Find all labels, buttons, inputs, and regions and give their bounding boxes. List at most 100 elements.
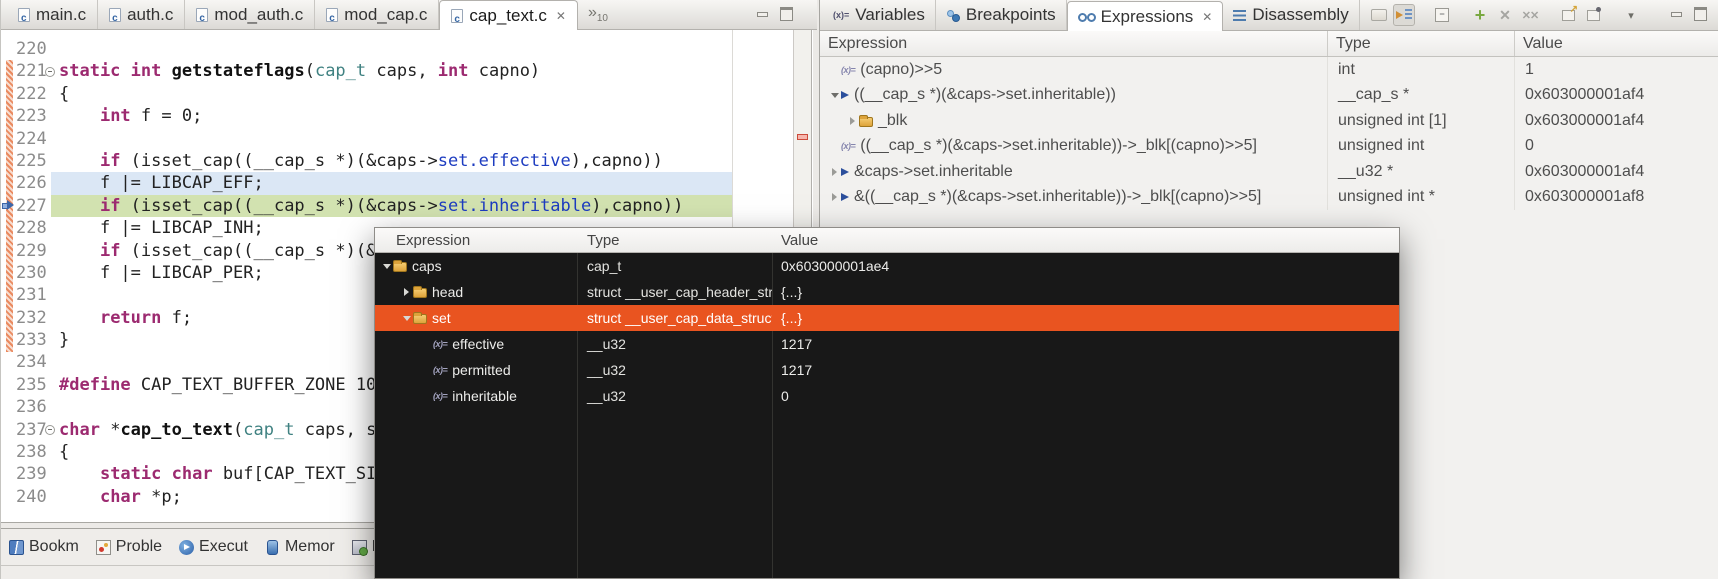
variables-icon: (x)= bbox=[833, 10, 850, 20]
value-cell: 0x603000001ae4 bbox=[781, 258, 890, 274]
view-tab-variables[interactable]: (x)= Variables bbox=[823, 0, 936, 30]
expression-cell: caps bbox=[375, 253, 577, 279]
popup-row[interactable]: (x)= effective __u32 1217 bbox=[375, 331, 1399, 357]
debug-view-tabs: (x)= Variables Breakpoints Expressions ✕ Disa… bbox=[823, 0, 1360, 31]
code-text: static int getstateflags(cap_t caps, int… bbox=[59, 61, 541, 82]
value-cell: 1217 bbox=[781, 362, 813, 378]
type-cell: __u32 * bbox=[1327, 159, 1514, 185]
expressions-icon bbox=[1077, 10, 1096, 23]
value-cell: {...} bbox=[781, 284, 803, 300]
maximize-icon[interactable] bbox=[1691, 7, 1709, 21]
tab-label: cap_text.c bbox=[469, 5, 547, 25]
remove-expression-icon[interactable]: ✕ bbox=[1494, 4, 1516, 26]
structure-icon bbox=[413, 312, 427, 324]
editor-tab-auth.c[interactable]: auth.c bbox=[98, 0, 186, 29]
editor-tabs: main.c auth.c mod_auth.c mod_cap.c cap_text.… bbox=[7, 0, 608, 30]
bottom-tab-bookm[interactable]: Bookm bbox=[9, 538, 79, 556]
minimize-icon[interactable] bbox=[753, 7, 771, 21]
expression-row[interactable]: _blk unsigned int [1] 0x603000001af4 bbox=[820, 108, 1718, 134]
editor-window-buttons bbox=[753, 7, 795, 21]
expand-icon[interactable] bbox=[846, 117, 859, 125]
expression-row[interactable]: ((__cap_s *)(&caps->set.inheritable)) __c… bbox=[820, 82, 1718, 108]
value-cell: 0x603000001af4 bbox=[1514, 159, 1718, 185]
view-tab-expressions[interactable]: Expressions ✕ bbox=[1066, 1, 1224, 31]
debug-icon bbox=[351, 539, 368, 556]
pin-view-icon[interactable] bbox=[1582, 4, 1604, 26]
popup-row[interactable]: set struct __user_cap_data_struct {...} bbox=[375, 305, 1399, 331]
tab-overflow-chevron[interactable]: »10 bbox=[588, 4, 608, 24]
structure-icon bbox=[859, 114, 873, 127]
code-line: 223 int f = 0; bbox=[1, 105, 732, 127]
fold-column bbox=[45, 486, 59, 508]
c-file-icon bbox=[451, 8, 464, 25]
expand-icon[interactable] bbox=[400, 288, 413, 296]
type-cell: unsigned int [1] bbox=[1327, 108, 1514, 134]
collapse-all-icon[interactable] bbox=[1431, 4, 1453, 26]
collapse-icon[interactable] bbox=[380, 264, 393, 269]
value-cell: 0 bbox=[781, 388, 789, 404]
popup-row[interactable]: (x)= inheritable __u32 0 bbox=[375, 383, 1399, 409]
minimize-icon[interactable] bbox=[1667, 7, 1685, 21]
fold-column bbox=[45, 329, 59, 351]
expression-label: &caps->set.inheritable bbox=[854, 162, 1013, 180]
bottom-tab-proble[interactable]: Proble bbox=[95, 538, 162, 556]
maximize-icon[interactable] bbox=[777, 7, 795, 21]
code-text: f |= LIBCAP_EFF; bbox=[59, 173, 264, 194]
editor-tab-mod_cap.c[interactable]: mod_cap.c bbox=[315, 0, 440, 29]
close-icon[interactable]: ✕ bbox=[556, 9, 566, 23]
expression-icon: (x)= bbox=[433, 391, 448, 401]
fold-collapse-icon[interactable] bbox=[45, 66, 55, 77]
popup-column-value: Value bbox=[781, 231, 819, 249]
fold-column bbox=[45, 105, 59, 127]
expression-cell: head bbox=[375, 279, 577, 305]
expression-label: ((__cap_s *)(&caps->set.inheritable))->_… bbox=[860, 137, 1257, 155]
fold-column bbox=[45, 396, 59, 418]
show-type-names-icon[interactable] bbox=[1368, 4, 1390, 26]
fold-column bbox=[45, 128, 59, 150]
value-cell: 0x603000001af4 bbox=[1514, 82, 1718, 108]
panel-window-buttons bbox=[1667, 7, 1709, 21]
type-cell: __cap_s * bbox=[1327, 82, 1514, 108]
editor-tab-bar: main.c auth.c mod_auth.c mod_cap.c cap_text.… bbox=[1, 0, 817, 30]
expression-cell: (x)= permitted bbox=[375, 357, 577, 383]
remove-all-expressions-icon[interactable]: ✕✕ bbox=[1519, 4, 1541, 26]
collapse-icon[interactable] bbox=[828, 93, 841, 98]
pointer-icon bbox=[841, 193, 849, 202]
editor-tab-cap_text.c[interactable]: cap_text.c ✕ bbox=[439, 0, 578, 30]
expression-row[interactable]: &caps->set.inheritable __u32 * 0x603000001… bbox=[820, 159, 1718, 185]
popup-row[interactable]: caps cap_t 0x603000001ae4 bbox=[375, 253, 1399, 279]
popup-row[interactable]: head struct __user_cap_header_struct {...} bbox=[375, 279, 1399, 305]
view-tab-breakpoints[interactable]: Breakpoints bbox=[936, 0, 1067, 30]
popup-row[interactable]: (x)= permitted __u32 1217 bbox=[375, 357, 1399, 383]
code-text: if (isset_cap((__cap_s *)(&caps->set.inh… bbox=[99, 195, 684, 216]
expression-cell: (x)= (capno)>>5 bbox=[820, 57, 1327, 83]
tab-label: mod_auth.c bbox=[214, 4, 304, 24]
fold-column bbox=[45, 240, 59, 262]
fold-collapse-icon[interactable] bbox=[45, 424, 55, 435]
expand-icon[interactable] bbox=[828, 193, 841, 201]
view-menu-icon[interactable]: ▾ bbox=[1620, 4, 1642, 26]
editor-tab-mod_auth.c[interactable]: mod_auth.c bbox=[185, 0, 316, 29]
tab-label: Expressions bbox=[1100, 6, 1194, 26]
problems-icon bbox=[95, 539, 111, 555]
link-with-debug-icon[interactable] bbox=[1393, 4, 1415, 26]
fold-column bbox=[45, 262, 59, 284]
add-expression-icon[interactable]: + bbox=[1469, 4, 1491, 26]
fold-column bbox=[45, 284, 59, 306]
overview-marker bbox=[797, 134, 808, 140]
bottom-tab-execut[interactable]: Execut bbox=[179, 538, 248, 556]
structure-icon bbox=[413, 286, 427, 298]
fold-column bbox=[45, 195, 59, 217]
collapse-icon[interactable] bbox=[400, 316, 413, 321]
editor-tab-main.c[interactable]: main.c bbox=[7, 0, 99, 29]
detach-view-icon[interactable] bbox=[1557, 4, 1579, 26]
view-tab-disassembly[interactable]: Disassembly bbox=[1223, 0, 1360, 30]
close-icon[interactable]: ✕ bbox=[1202, 10, 1212, 24]
expression-row[interactable]: (x)= ((__cap_s *)(&caps->set.inheritable)… bbox=[820, 133, 1718, 159]
expression-row[interactable]: (x)= (capno)>>5 int 1 bbox=[820, 57, 1718, 83]
tab-label: Execut bbox=[199, 538, 248, 555]
expression-row[interactable]: &((__cap_s *)(&caps->set.inheritable))->… bbox=[820, 184, 1718, 210]
bottom-tab-memor[interactable]: Memor bbox=[265, 538, 335, 556]
expand-icon[interactable] bbox=[828, 168, 841, 176]
expressions-column-headers: Expression Type Value bbox=[820, 31, 1718, 57]
